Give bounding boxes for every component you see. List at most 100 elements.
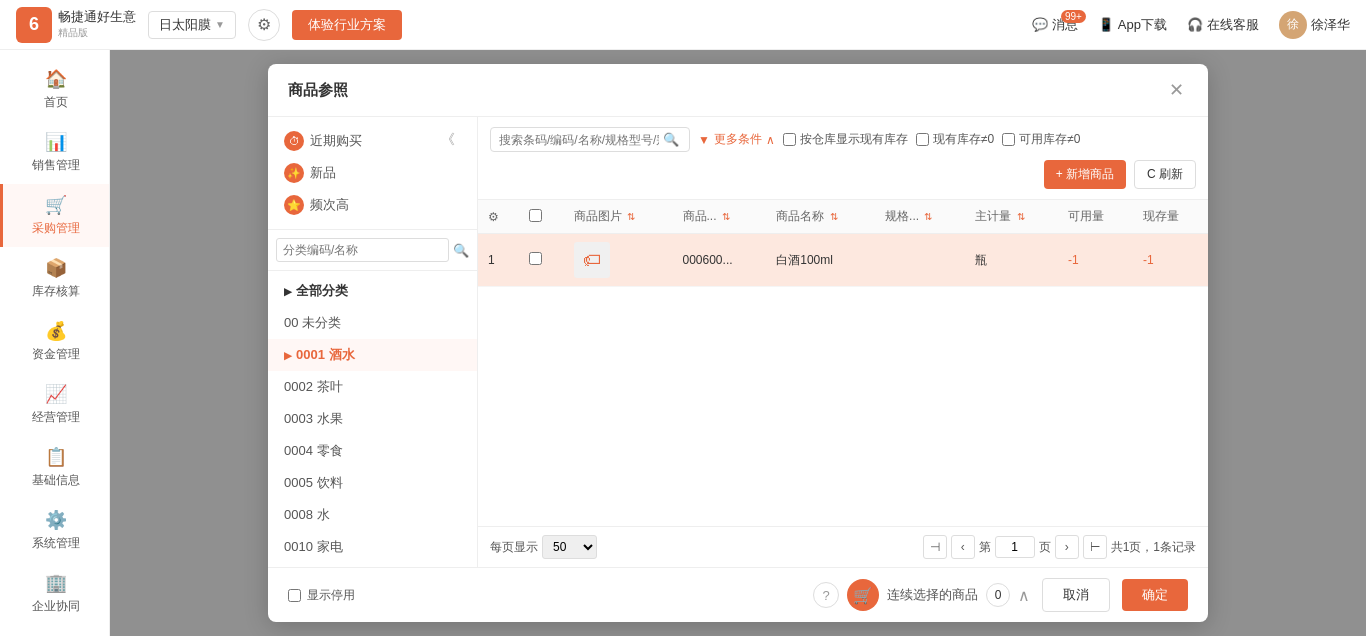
confirm-button[interactable]: 确定 xyxy=(1122,579,1188,611)
pagination-left: 每页显示 50 100 200 xyxy=(490,535,597,559)
sort-unit-icon[interactable]: ⇅ xyxy=(1017,211,1025,222)
category-liquor[interactable]: ▶ 0001 酒水 xyxy=(268,339,477,371)
quick-filter-recent[interactable]: ⏱ 近期购买 《 xyxy=(276,125,469,157)
checkbox-warehouse[interactable] xyxy=(783,133,796,146)
checkbox-warehouse-text: 按仓库显示现有库存 xyxy=(800,131,908,148)
checkbox-available-nonzero-label[interactable]: 可用库存≠0 xyxy=(1002,131,1080,148)
product-reference-modal: 商品参照 ✕ ⏱ 近期购买 《 xyxy=(268,64,1208,622)
trial-button[interactable]: 体验行业方案 xyxy=(292,10,402,40)
close-button[interactable]: ✕ xyxy=(1164,78,1188,102)
category-uncategorized[interactable]: 00 未分类 xyxy=(268,307,477,339)
category-all-label: 全部分类 xyxy=(296,282,348,300)
category-snack-label: 0004 零食 xyxy=(284,442,343,460)
help-button[interactable]: ? xyxy=(813,582,839,608)
quick-filter-new-label: 新品 xyxy=(310,164,336,182)
category-snack[interactable]: 0004 零食 xyxy=(268,435,477,467)
settings-button[interactable]: ⚙ xyxy=(248,9,280,41)
filter-btn-label: 更多条件 xyxy=(714,131,762,148)
show-disabled-checkbox[interactable] xyxy=(288,589,301,602)
first-page-button[interactable]: ⊣ xyxy=(923,535,947,559)
sidebar: 🏠 首页 📊 销售管理 🛒 采购管理 📦 库存核算 💰 资金管理 📈 经营管理 … xyxy=(0,50,110,636)
per-page-select[interactable]: 50 100 200 xyxy=(542,535,597,559)
prev-page-button[interactable]: ‹ xyxy=(951,535,975,559)
category-beverage[interactable]: 0005 饮料 xyxy=(268,467,477,499)
filter-icon: ▼ xyxy=(698,133,710,147)
quick-filter-frequent[interactable]: ⭐ 频次高 xyxy=(276,189,469,221)
category-appliance[interactable]: 0010 家电 xyxy=(268,531,477,563)
category-water[interactable]: 0008 水 xyxy=(268,499,477,531)
select-all-checkbox[interactable] xyxy=(529,209,542,222)
next-page-button[interactable]: › xyxy=(1055,535,1079,559)
sidebar-item-purchase[interactable]: 🛒 采购管理 xyxy=(0,184,109,247)
show-disabled-text: 显示停用 xyxy=(307,587,355,604)
cart-icon[interactable]: 🛒 xyxy=(847,579,879,611)
app-download-button[interactable]: 📱 App下载 xyxy=(1098,16,1167,34)
service-label: 在线客服 xyxy=(1207,16,1259,34)
sidebar-item-system[interactable]: ⚙️ 系统管理 xyxy=(0,499,109,562)
sidebar-item-enterprise[interactable]: 🏢 企业协同 xyxy=(0,562,109,625)
show-disabled-label[interactable]: 显示停用 xyxy=(288,587,355,604)
checkbox-stock-nonzero[interactable] xyxy=(916,133,929,146)
th-checkbox xyxy=(519,200,563,234)
add-product-button[interactable]: + 新增商品 xyxy=(1044,160,1126,189)
cart-area: ? 🛒 连续选择的商品 0 ∧ xyxy=(813,579,1030,611)
td-code: 000600... xyxy=(673,234,767,287)
message-icon: 💬 xyxy=(1032,17,1048,32)
sidebar-item-sales-label: 销售管理 xyxy=(32,157,80,174)
user-menu[interactable]: 徐 徐泽华 xyxy=(1279,11,1350,39)
page-number-input[interactable] xyxy=(995,536,1035,558)
refresh-button[interactable]: C 刷新 xyxy=(1134,160,1196,189)
sidebar-item-operations[interactable]: 📈 经营管理 xyxy=(0,373,109,436)
sales-icon: 📊 xyxy=(45,131,67,153)
category-water-label: 0008 水 xyxy=(284,506,330,524)
purchase-icon: 🛒 xyxy=(45,194,67,216)
category-search-icon[interactable]: 🔍 xyxy=(453,243,469,258)
td-name: 白酒100ml xyxy=(766,234,875,287)
th-image-label: 商品图片 xyxy=(574,209,622,223)
table-row[interactable]: 1 🏷 000600... 白酒100ml xyxy=(478,234,1208,287)
quick-filter-recent-label: 近期购买 xyxy=(310,132,362,150)
td-stock: -1 xyxy=(1133,234,1208,287)
th-code: 商品... ⇅ xyxy=(673,200,767,234)
cancel-button[interactable]: 取消 xyxy=(1042,578,1110,612)
category-search-input[interactable] xyxy=(276,238,449,262)
sort-spec-icon[interactable]: ⇅ xyxy=(924,211,932,222)
message-button[interactable]: 💬 消息 99+ xyxy=(1032,16,1078,34)
checkbox-stock-nonzero-label[interactable]: 现有库存≠0 xyxy=(916,131,994,148)
product-search-icon[interactable]: 🔍 xyxy=(663,132,679,147)
product-search-input[interactable] xyxy=(499,133,659,147)
sidebar-item-inventory[interactable]: 📦 库存核算 xyxy=(0,247,109,310)
product-search-box: 🔍 xyxy=(490,127,690,152)
sidebar-item-sales[interactable]: 📊 销售管理 xyxy=(0,121,109,184)
sidebar-item-finance[interactable]: 💰 资金管理 xyxy=(0,310,109,373)
service-button[interactable]: 🎧 在线客服 xyxy=(1187,16,1259,34)
category-fruit[interactable]: 0003 水果 xyxy=(268,403,477,435)
collapse-cart-icon[interactable]: ∧ xyxy=(1018,586,1030,605)
sidebar-item-basic-info[interactable]: 📋 基础信息 xyxy=(0,436,109,499)
new-icon: ✨ xyxy=(284,163,304,183)
category-tea[interactable]: 0002 茶叶 xyxy=(268,371,477,403)
collapse-icon[interactable]: 《 xyxy=(441,131,461,151)
pagination-right: ⊣ ‹ 第 页 › ⊢ 共1页，1条记录 xyxy=(923,535,1196,559)
more-filter-button[interactable]: ▼ 更多条件 ∧ xyxy=(698,131,775,148)
th-unit-label: 主计量 xyxy=(975,209,1011,223)
modal-left-panel: ⏱ 近期购买 《 ✨ 新品 ⭐ 频次高 xyxy=(268,117,478,567)
checkbox-warehouse-label[interactable]: 按仓库显示现有库存 xyxy=(783,131,908,148)
row-checkbox[interactable] xyxy=(529,252,542,265)
recent-icon: ⏱ xyxy=(284,131,304,151)
checkbox-available-nonzero[interactable] xyxy=(1002,133,1015,146)
quick-filter-new[interactable]: ✨ 新品 xyxy=(276,157,469,189)
modal-toolbar: 🔍 ▼ 更多条件 ∧ 按仓库显示现有库存 xyxy=(478,117,1208,200)
category-all[interactable]: ▶ 全部分类 xyxy=(268,275,477,307)
sort-name-icon[interactable]: ⇅ xyxy=(830,211,838,222)
cart-count: 0 xyxy=(986,583,1010,607)
sidebar-item-home[interactable]: 🏠 首页 xyxy=(0,58,109,121)
sort-image-icon[interactable]: ⇅ xyxy=(627,211,635,222)
sort-code-icon[interactable]: ⇅ xyxy=(722,211,730,222)
sidebar-item-guide[interactable]: 🎯 新手引导 xyxy=(0,625,109,636)
sidebar-item-inventory-label: 库存核算 xyxy=(32,283,80,300)
last-page-button[interactable]: ⊢ xyxy=(1083,535,1107,559)
th-stock: 现存量 xyxy=(1133,200,1208,234)
company-selector[interactable]: 日太阳膜 ▼ xyxy=(148,11,236,39)
table-settings-icon[interactable]: ⚙ xyxy=(488,210,499,224)
